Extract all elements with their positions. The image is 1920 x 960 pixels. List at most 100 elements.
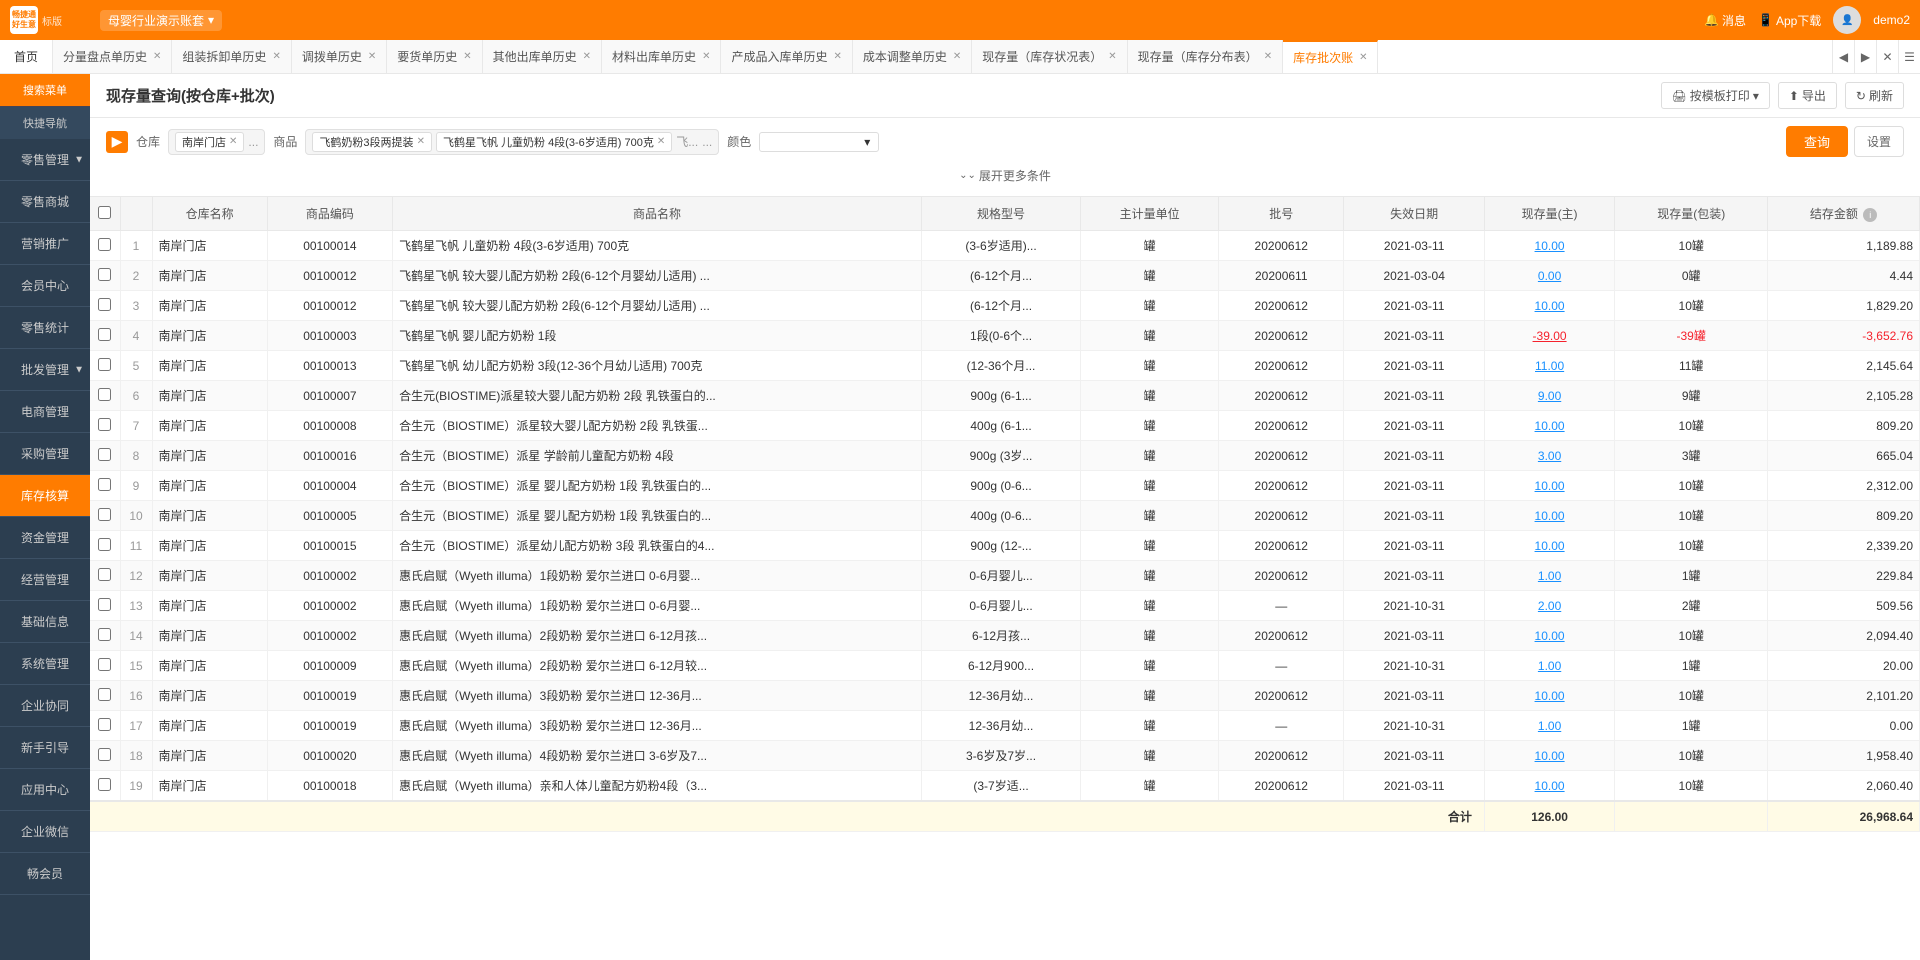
row-checkbox[interactable]: [90, 561, 120, 591]
row-qty-main[interactable]: 1.00: [1484, 651, 1614, 681]
row-checkbox[interactable]: [90, 291, 120, 321]
row-qty-main[interactable]: 10.00: [1484, 231, 1614, 261]
select-all-checkbox[interactable]: [98, 206, 111, 219]
tab-close-icon[interactable]: ✕: [1108, 51, 1116, 62]
sidebar-item-经营管理[interactable]: 经营管理: [0, 559, 90, 601]
row-checkbox[interactable]: [90, 531, 120, 561]
row-qty-main[interactable]: 10.00: [1484, 501, 1614, 531]
tab-close-all-btn[interactable]: ✕: [1876, 40, 1898, 74]
sidebar-item-资金管理[interactable]: 资金管理: [0, 517, 90, 559]
tab-close-icon[interactable]: ✕: [153, 51, 161, 62]
tab-close-icon[interactable]: ✕: [463, 51, 471, 62]
balance-info-icon[interactable]: i: [1863, 208, 1877, 222]
print-btn[interactable]: 🖨 按模板打印 ▾: [1661, 82, 1770, 109]
row-checkbox[interactable]: [90, 651, 120, 681]
row-checkbox[interactable]: [90, 441, 120, 471]
tab-调拨单历史[interactable]: 调拨单历史 ✕: [292, 40, 387, 74]
tab-more-btn[interactable]: ☰: [1898, 40, 1920, 74]
tab-其他出库单历史[interactable]: 其他出库单历史 ✕: [483, 40, 602, 74]
row-qty-main[interactable]: 10.00: [1484, 681, 1614, 711]
tab-close-icon[interactable]: ✕: [583, 51, 591, 62]
row-qty-main[interactable]: 10.00: [1484, 741, 1614, 771]
row-checkbox[interactable]: [90, 381, 120, 411]
row-checkbox[interactable]: [90, 621, 120, 651]
sidebar-quick-nav[interactable]: 快捷导航: [0, 106, 90, 139]
product-tag-2[interactable]: 飞鹤星飞帆 儿童奶粉 4段(3-6岁适用) 700克 ✕: [436, 132, 672, 152]
row-checkbox[interactable]: [90, 231, 120, 261]
sidebar-item-应用中心[interactable]: 应用中心: [0, 769, 90, 811]
tab-close-icon[interactable]: ✕: [1359, 52, 1367, 63]
row-qty-main[interactable]: -39.00: [1484, 321, 1614, 351]
row-checkbox[interactable]: [90, 741, 120, 771]
sidebar-item-畅会员[interactable]: 畅会员: [0, 853, 90, 895]
tab-产成品入库单历史[interactable]: 产成品入库单历史 ✕: [721, 40, 852, 74]
product-more-btn[interactable]: 飞...: [676, 133, 698, 150]
row-qty-main[interactable]: 9.00: [1484, 381, 1614, 411]
tab-scroll-left-btn[interactable]: ◀: [1832, 40, 1854, 74]
tab-现存量库存分布表[interactable]: 现存量（库存分布表） ✕: [1128, 40, 1283, 74]
filter-toggle-btn[interactable]: ▶: [106, 131, 128, 153]
tab-close-icon[interactable]: ✕: [368, 51, 376, 62]
sidebar-item-批发管理[interactable]: 批发管理 ▼: [0, 349, 90, 391]
tab-home[interactable]: 首页: [0, 40, 53, 74]
sidebar-item-会员中心[interactable]: 会员中心: [0, 265, 90, 307]
setting-button[interactable]: 设置: [1854, 126, 1904, 157]
row-qty-main[interactable]: 11.00: [1484, 351, 1614, 381]
row-checkbox[interactable]: [90, 411, 120, 441]
remove-product-tag-icon[interactable]: ✕: [417, 136, 425, 147]
query-button[interactable]: 查询: [1786, 126, 1848, 157]
tab-close-icon[interactable]: ✕: [272, 51, 280, 62]
export-btn[interactable]: ⬆ 导出: [1778, 82, 1837, 109]
row-checkbox[interactable]: [90, 471, 120, 501]
row-checkbox[interactable]: [90, 711, 120, 741]
row-qty-main[interactable]: 10.00: [1484, 771, 1614, 802]
row-checkbox[interactable]: [90, 501, 120, 531]
row-checkbox[interactable]: [90, 591, 120, 621]
sidebar-item-营销推广[interactable]: 营销推广: [0, 223, 90, 265]
product-more-dots[interactable]: ...: [702, 135, 712, 149]
tab-close-icon[interactable]: ✕: [953, 51, 961, 62]
sidebar-item-零售统计[interactable]: 零售统计: [0, 307, 90, 349]
row-qty-main[interactable]: 3.00: [1484, 441, 1614, 471]
color-dropdown[interactable]: ▾: [759, 132, 879, 152]
tab-close-icon[interactable]: ✕: [702, 51, 710, 62]
row-qty-main[interactable]: 10.00: [1484, 531, 1614, 561]
row-qty-main[interactable]: 1.00: [1484, 561, 1614, 591]
warehouse-more-btn[interactable]: ...: [248, 135, 258, 149]
row-qty-main[interactable]: 1.00: [1484, 711, 1614, 741]
sidebar-item-企业协同[interactable]: 企业协同: [0, 685, 90, 727]
tab-close-icon[interactable]: ✕: [833, 51, 841, 62]
row-checkbox[interactable]: [90, 351, 120, 381]
row-checkbox[interactable]: [90, 771, 120, 802]
product-tag-1[interactable]: 飞鹤奶粉3段两提装 ✕: [312, 132, 432, 152]
row-qty-main[interactable]: 0.00: [1484, 261, 1614, 291]
sidebar-item-系统管理[interactable]: 系统管理: [0, 643, 90, 685]
sidebar-item-电商管理[interactable]: 电商管理: [0, 391, 90, 433]
tab-要货单历史[interactable]: 要货单历史 ✕: [387, 40, 482, 74]
row-qty-main[interactable]: 10.00: [1484, 411, 1614, 441]
sidebar-item-基础信息[interactable]: 基础信息: [0, 601, 90, 643]
row-qty-main[interactable]: 10.00: [1484, 291, 1614, 321]
sidebar-item-零售管理[interactable]: 零售管理 ▼: [0, 139, 90, 181]
row-checkbox[interactable]: [90, 321, 120, 351]
username[interactable]: demo2: [1873, 13, 1910, 27]
industry-selector[interactable]: 母婴行业演示账套 ▾: [100, 10, 222, 31]
sidebar-item-零售商城[interactable]: 零售商城: [0, 181, 90, 223]
tab-成本调整单历史[interactable]: 成本调整单历史 ✕: [853, 40, 972, 74]
tab-现存量库存状况表[interactable]: 现存量（库存状况表） ✕: [972, 40, 1127, 74]
sidebar-item-库存核算[interactable]: 库存核算: [0, 475, 90, 517]
tab-close-icon[interactable]: ✕: [1264, 51, 1272, 62]
sidebar-item-新手引导[interactable]: 新手引导: [0, 727, 90, 769]
remove-product-tag-icon[interactable]: ✕: [657, 136, 665, 147]
row-qty-main[interactable]: 10.00: [1484, 621, 1614, 651]
warehouse-tag[interactable]: 南岸门店 ✕: [175, 132, 244, 152]
sidebar-item-企业微信[interactable]: 企业微信: [0, 811, 90, 853]
sidebar-search[interactable]: 搜索菜单: [0, 74, 90, 106]
expand-conditions-btn[interactable]: ⌄⌄ 展开更多条件: [959, 167, 1051, 184]
row-checkbox[interactable]: [90, 261, 120, 291]
refresh-btn[interactable]: ↻ 刷新: [1845, 82, 1904, 109]
row-qty-main[interactable]: 2.00: [1484, 591, 1614, 621]
row-qty-main[interactable]: 10.00: [1484, 471, 1614, 501]
remove-warehouse-tag-icon[interactable]: ✕: [229, 136, 237, 147]
tab-scroll-right-btn[interactable]: ▶: [1854, 40, 1876, 74]
